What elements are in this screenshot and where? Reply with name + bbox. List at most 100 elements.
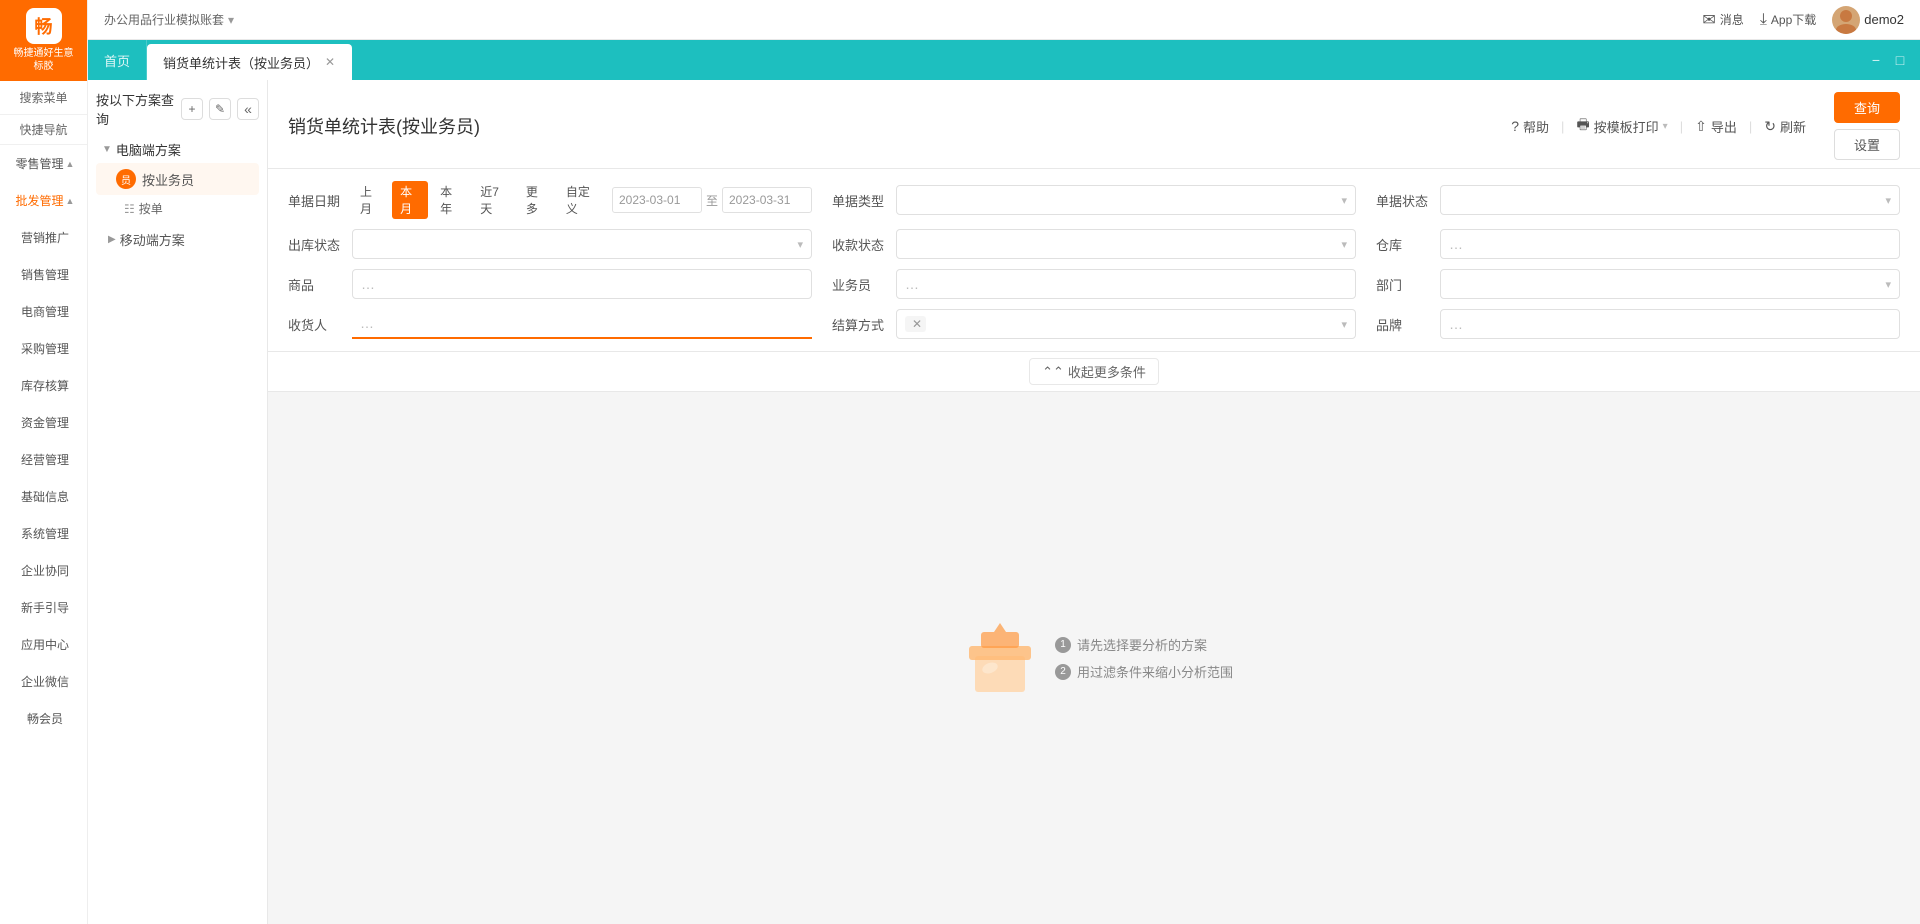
tab-sales-stats[interactable]: 销货单统计表（按业务员） ✕ — [147, 44, 352, 80]
sidebar-item-newbie[interactable]: 新手引导 — [0, 589, 87, 626]
empty-hint-2: 2 用过滤条件来缩小分析范围 — [1055, 662, 1233, 681]
breadcrumb-text: 办公用品行业模拟账套 — [104, 11, 224, 28]
department-label: 部门 — [1376, 275, 1432, 294]
brand-input[interactable]: … — [1440, 309, 1900, 339]
department-input[interactable]: ▾ — [1440, 269, 1900, 299]
empty-text: 1 请先选择要分析的方案 2 用过滤条件来缩小分析范围 — [1055, 635, 1233, 681]
empty-icon — [955, 618, 1035, 698]
warehouse-input[interactable]: … — [1440, 229, 1900, 259]
date-start-value: 2023-03-01 — [619, 193, 680, 207]
add-plan-btn[interactable]: + — [181, 98, 203, 120]
settlement-input[interactable]: ✕ ▾ — [896, 309, 1356, 339]
sidebar-item-wholesale[interactable]: 批发管理 ▲ — [0, 182, 87, 219]
sidebar-item-purchase[interactable]: 采购管理 — [0, 330, 87, 367]
payment-status-input[interactable]: ▾ — [896, 229, 1356, 259]
desktop-plan-group: ▼ 电脑端方案 员 按业务员 ☷ 按单 — [96, 136, 259, 222]
divider3: | — [1749, 119, 1752, 134]
date-start-field[interactable]: 2023-03-01 — [612, 187, 702, 213]
sidebar-item-marketing[interactable]: 营销推广 — [0, 219, 87, 256]
plan-item-salesperson[interactable]: 员 按业务员 — [96, 163, 259, 195]
edit-icon: ✎ — [215, 102, 225, 116]
doc-type-input[interactable]: ▾ — [896, 185, 1356, 215]
date-btn-custom[interactable]: 自定义 — [558, 181, 604, 219]
collapse-up-icon: ⌃⌃ — [1042, 364, 1064, 380]
topbar-right: ✉ 消息 ⤓ App下载 demo2 — [1702, 6, 1904, 34]
main-area: 办公用品行业模拟账套 ▾ ✉ 消息 ⤓ App下载 demo2 首页 — [88, 0, 1920, 924]
settlement-tag-close[interactable]: ✕ — [912, 317, 922, 331]
minimize-icon[interactable]: − — [1868, 52, 1884, 68]
print-icon: 🖶 — [1576, 114, 1589, 138]
print-label: 按模板打印 — [1594, 117, 1659, 136]
sidebar-quick-nav[interactable]: 快捷导航 — [0, 115, 87, 145]
collapse-conditions-btn[interactable]: ⌃⌃ 收起更多条件 — [1029, 358, 1159, 385]
sidebar-item-ecommerce[interactable]: 电商管理 — [0, 293, 87, 330]
help-btn[interactable]: ? 帮助 — [1511, 117, 1549, 136]
sidebar-search[interactable]: 搜索菜单 — [0, 81, 87, 115]
date-btn-more[interactable]: 更多 — [518, 181, 554, 219]
sidebar-item-system[interactable]: 系统管理 — [0, 515, 87, 552]
plan-sub-item-order[interactable]: ☷ 按单 — [96, 195, 259, 222]
salesperson-label: 业务员 — [832, 275, 888, 294]
edit-plan-btn[interactable]: ✎ — [209, 98, 231, 120]
member-label: 畅会员 — [27, 712, 63, 726]
settlement-label: 结算方式 — [832, 315, 888, 334]
divider2: | — [1680, 119, 1683, 134]
date-btn-this-year[interactable]: 本年 — [432, 181, 468, 219]
export-btn[interactable]: ⇧ 导出 — [1695, 117, 1737, 136]
doc-status-arrow: ▾ — [1885, 194, 1891, 207]
refresh-btn[interactable]: ↻ 刷新 — [1764, 117, 1806, 136]
left-panel-actions: + ✎ « — [181, 98, 259, 120]
message-btn[interactable]: ✉ 消息 — [1702, 10, 1743, 30]
mobile-plan-label: 移动端方案 — [120, 230, 185, 249]
sidebar-item-enterprise[interactable]: 企业协同 — [0, 552, 87, 589]
wholesale-arrow: ▲ — [66, 196, 75, 206]
user-area[interactable]: demo2 — [1832, 6, 1904, 34]
breadcrumb-dropdown-icon[interactable]: ▾ — [228, 13, 234, 27]
sidebar-item-inventory[interactable]: 库存核算 — [0, 367, 87, 404]
salesperson-placeholder: … — [905, 276, 921, 292]
app-logo: 畅 畅捷通好生意 标胶 — [0, 0, 87, 81]
download-icon: ⤓ — [1760, 11, 1767, 29]
sidebar-item-appcenter[interactable]: 应用中心 — [0, 626, 87, 663]
mobile-plan-header[interactable]: ▶ 移动端方案 — [96, 226, 259, 253]
recipient-input[interactable]: … — [352, 309, 812, 339]
tab-close-icon[interactable]: ✕ — [325, 55, 335, 69]
quick-nav-label[interactable]: 快捷导航 — [6, 121, 81, 138]
sidebar-item-finance[interactable]: 资金管理 — [0, 404, 87, 441]
out-status-input[interactable]: ▾ — [352, 229, 812, 259]
doc-status-input[interactable]: ▾ — [1440, 185, 1900, 215]
tab-home[interactable]: 首页 — [88, 40, 147, 80]
date-end-field[interactable]: 2023-03-31 — [722, 187, 812, 213]
sidebar-item-retail[interactable]: 零售管理 ▲ — [0, 145, 87, 182]
settings-button[interactable]: 设置 — [1834, 129, 1900, 160]
payment-status-label: 收款状态 — [832, 235, 888, 254]
help-icon: ? — [1511, 118, 1519, 134]
date-label: 单据日期 — [288, 191, 344, 210]
date-btn-this-month[interactable]: 本月 — [392, 181, 428, 219]
search-menu-label[interactable]: 搜索菜单 — [6, 89, 81, 106]
filter-recipient: 收货人 … — [288, 309, 812, 339]
left-panel-title: 按以下方案查询 — [96, 90, 181, 128]
date-btn-7days[interactable]: 近7天 — [472, 181, 514, 219]
out-status-arrow: ▾ — [797, 238, 803, 251]
query-button[interactable]: 查询 — [1834, 92, 1900, 123]
print-btn[interactable]: 🖶 按模板打印 ▾ — [1576, 114, 1667, 138]
goods-input[interactable]: … — [352, 269, 812, 299]
collapse-panel-btn[interactable]: « — [237, 98, 259, 120]
logo-icon: 畅 — [26, 8, 62, 44]
app-download-btn[interactable]: ⤓ App下载 — [1760, 11, 1816, 29]
sidebar-item-member[interactable]: 畅会员 — [0, 700, 87, 737]
sidebar-item-sales[interactable]: 销售管理 — [0, 256, 87, 293]
sidebar-item-basic[interactable]: 基础信息 — [0, 478, 87, 515]
date-btn-last-month[interactable]: 上月 — [352, 181, 388, 219]
salesperson-input[interactable]: … — [896, 269, 1356, 299]
sidebar-item-operations[interactable]: 经营管理 — [0, 441, 87, 478]
sidebar-item-wechat[interactable]: 企业微信 — [0, 663, 87, 700]
desktop-plan-header[interactable]: ▼ 电脑端方案 — [96, 136, 259, 163]
marketing-label: 营销推广 — [21, 231, 69, 245]
sales-label: 销售管理 — [21, 268, 69, 282]
user-name: demo2 — [1864, 12, 1904, 27]
doc-type-label: 单据类型 — [832, 191, 888, 210]
date-range-sep: 至 — [706, 192, 718, 209]
maximize-icon[interactable]: □ — [1892, 52, 1908, 68]
